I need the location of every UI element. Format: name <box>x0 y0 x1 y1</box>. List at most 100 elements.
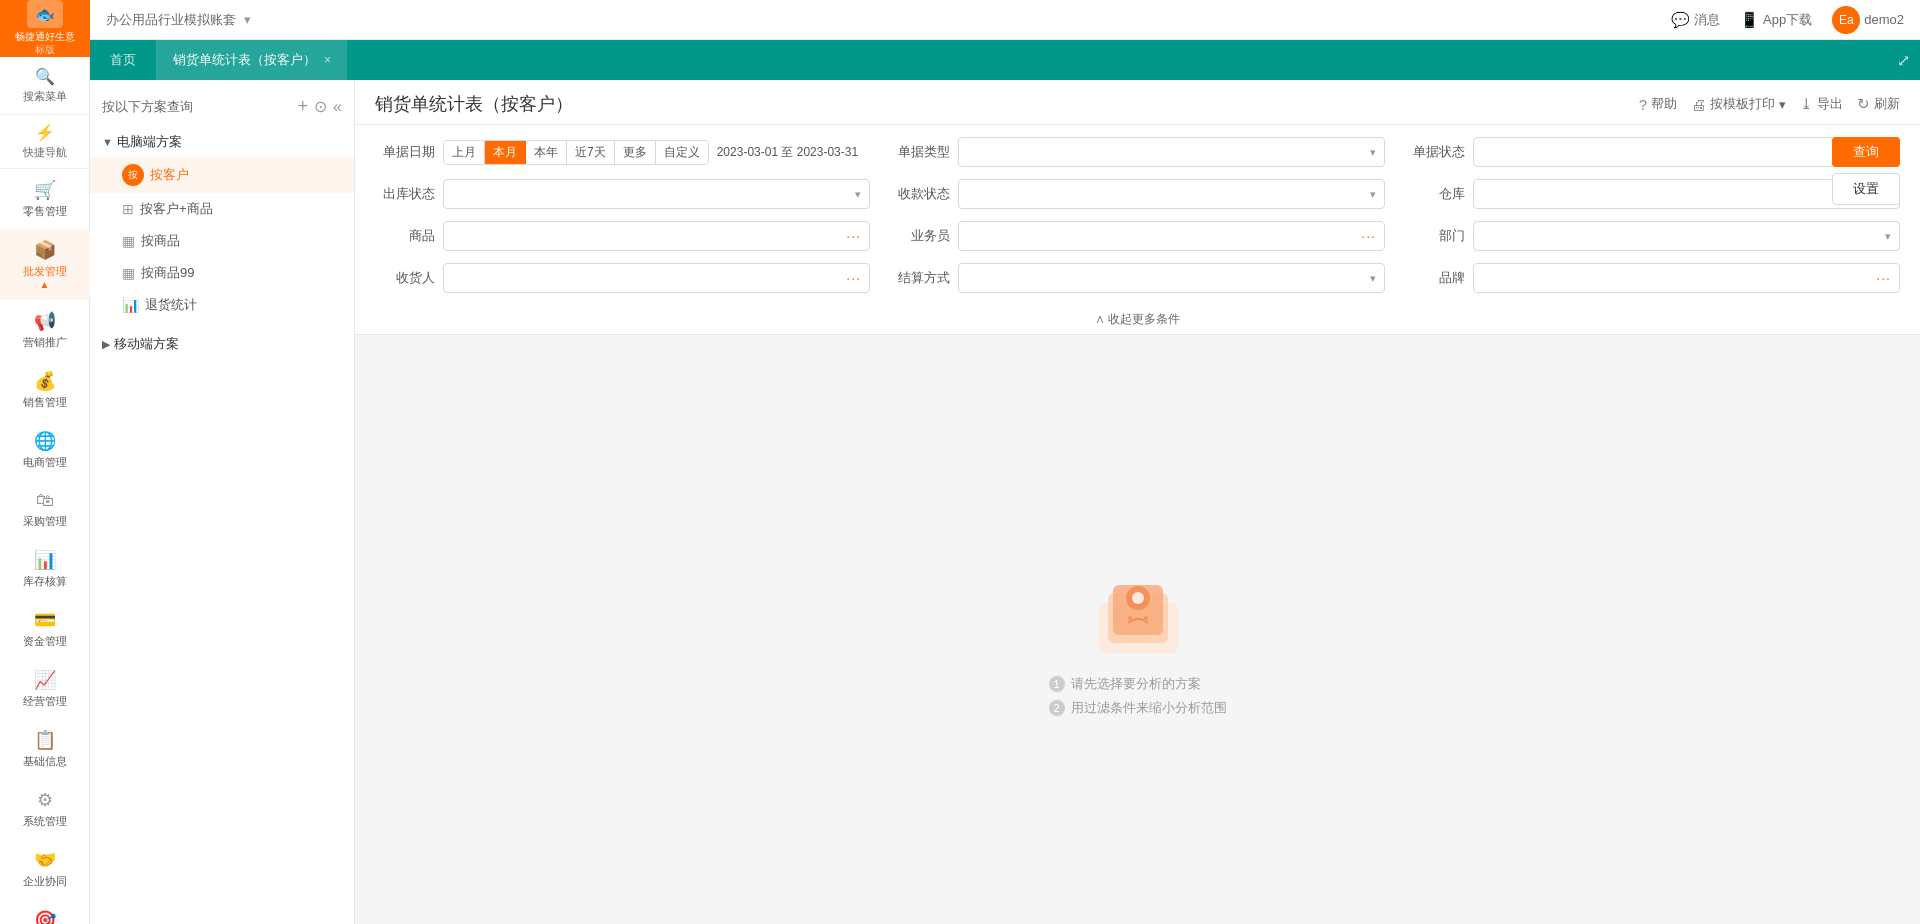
receiver-control[interactable]: ··· <box>443 263 870 293</box>
query-btn[interactable]: 查询 <box>1832 137 1900 167</box>
sidebar-item-enterprise[interactable]: 🤝 企业协同 <box>0 839 90 899</box>
message-btn[interactable]: 💬 消息 <box>1671 11 1720 29</box>
date-tab-this-year[interactable]: 本年 <box>526 141 567 164</box>
sidebar-item-inventory[interactable]: 📊 库存核算 <box>0 539 90 599</box>
collapse-label: ∧ 收起更多条件 <box>1095 311 1180 328</box>
table2-icon: ▦ <box>122 265 135 281</box>
basic-icon: 📋 <box>34 729 56 751</box>
right-panel: 销货单统计表（按客户） ? 帮助 🖨 按模板打印 ▾ ⤓ 导出 <box>355 80 1920 924</box>
sidebar-item-operation[interactable]: 📈 经营管理 <box>0 659 90 719</box>
header-dropdown-btn[interactable]: ▾ <box>244 12 251 27</box>
department-control[interactable]: ▾ <box>1473 221 1900 251</box>
finance-icon: 💳 <box>34 609 56 631</box>
refresh-label: 刷新 <box>1874 95 1900 113</box>
tab-home[interactable]: 首页 <box>90 40 157 80</box>
sidebar-item-retail[interactable]: 🛒 零售管理 <box>0 169 90 229</box>
sidebar-item-guide[interactable]: 🎯 新手引导 <box>0 899 90 924</box>
export-label: 导出 <box>1817 95 1843 113</box>
tip-2-label: 用过滤条件来缩小分析范围 <box>1071 699 1227 717</box>
user-profile[interactable]: Ea demo2 <box>1832 6 1904 34</box>
template-print-btn[interactable]: 🖨 按模板打印 ▾ <box>1691 95 1786 113</box>
print-icon: 🖨 <box>1691 96 1706 113</box>
enterprise-icon: 🤝 <box>34 849 56 871</box>
return-stats-label: 退货统计 <box>145 296 197 314</box>
tab-close-btn[interactable]: × <box>324 53 331 67</box>
header-left: 办公用品行业模拟账套 ▾ <box>106 11 251 29</box>
tree-child-by-customer-goods[interactable]: ⊞ 按客户+商品 <box>90 193 354 225</box>
date-tab-this-month[interactable]: 本月 <box>485 141 526 164</box>
search-menu-btn[interactable]: 🔍 搜索菜单 <box>0 57 90 115</box>
sidebar-item-wholesale[interactable]: 📦 批发管理 ▲ <box>0 229 90 300</box>
panel-collapse-btn[interactable]: « <box>333 98 342 116</box>
bill-type-label: 单据类型 <box>890 143 950 161</box>
tree-child-by-goods99[interactable]: ▦ 按商品99 <box>90 257 354 289</box>
export-btn[interactable]: ⤓ 导出 <box>1800 95 1843 113</box>
tree-parent-pc[interactable]: ▼ 电脑端方案 <box>90 127 354 157</box>
panel-add-btn[interactable]: + <box>298 96 309 117</box>
tree-child-by-customer[interactable]: 按 按客户 <box>90 157 354 193</box>
sidebar-item-ecommerce[interactable]: 🌐 电商管理 <box>0 420 90 480</box>
settings-btn[interactable]: 设置 <box>1832 173 1900 205</box>
tab-bar: 首页 销货单统计表（按客户） × ⤢ <box>90 40 1920 80</box>
operation-icon: 📈 <box>34 669 56 691</box>
tree-parent-mobile[interactable]: ▶ 移动端方案 <box>90 329 354 359</box>
filter-out-status: 出库状态 ▾ <box>375 179 870 209</box>
date-tab-custom[interactable]: 自定义 <box>656 141 708 164</box>
system-icon: ⚙ <box>37 789 53 811</box>
header-title: 办公用品行业模拟账套 <box>106 11 236 29</box>
export-icon: ⤓ <box>1800 95 1813 113</box>
goods-label: 商品 <box>375 227 435 245</box>
out-status-control[interactable]: ▾ <box>443 179 870 209</box>
app-download-btn[interactable]: 📱 App下载 <box>1740 11 1812 29</box>
by-customer-goods-label: 按客户+商品 <box>140 200 213 218</box>
panel-settings-btn[interactable]: ⊙ <box>314 97 327 116</box>
sales-icon: 💰 <box>34 370 56 392</box>
refresh-btn[interactable]: ↻ 刷新 <box>1857 95 1900 113</box>
header-right: 💬 消息 📱 App下载 Ea demo2 <box>1671 6 1904 34</box>
collect-status-control[interactable]: ▾ <box>958 179 1385 209</box>
date-tab-7days[interactable]: 近7天 <box>567 141 615 164</box>
salesperson-control[interactable]: ··· <box>958 221 1385 251</box>
tip-num-1: 1 <box>1049 676 1065 692</box>
sidebar-item-sales[interactable]: 💰 销售管理 <box>0 360 90 420</box>
filter-goods: 商品 ··· <box>375 221 870 251</box>
help-btn[interactable]: ? 帮助 <box>1639 95 1677 113</box>
quick-nav-btn[interactable]: ⚡ 快捷导航 <box>0 115 90 169</box>
filter-section: 单据日期 上月 本月 本年 近7天 更多 自定义 2023-03-01 至 20… <box>355 125 1920 305</box>
sidebar-item-purchase[interactable]: 🛍 采购管理 <box>0 480 90 539</box>
by-goods99-label: 按商品99 <box>141 264 194 282</box>
bill-status-label: 单据状态 <box>1405 143 1465 161</box>
sidebar-item-finance[interactable]: 💳 资金管理 <box>0 599 90 659</box>
tree-child-by-goods[interactable]: ▦ 按商品 <box>90 225 354 257</box>
date-row: 上月 本月 本年 近7天 更多 自定义 2023-03-01 至 2023-03… <box>443 140 870 165</box>
date-label: 单据日期 <box>375 143 435 161</box>
tree-child-return-stats[interactable]: 📊 退货统计 <box>90 289 354 321</box>
logo-icon: 🐟 <box>27 0 63 28</box>
tree-arrow-pc: ▼ <box>102 136 113 148</box>
sidebar-item-marketing[interactable]: 📢 营销推广 <box>0 300 90 360</box>
receiver-label: 收货人 <box>375 269 435 287</box>
user-name: demo2 <box>1864 12 1904 27</box>
help-label: 帮助 <box>1651 95 1677 113</box>
department-label: 部门 <box>1405 227 1465 245</box>
settlement-control[interactable]: ▾ <box>958 263 1385 293</box>
tab-active[interactable]: 销货单统计表（按客户） × <box>157 40 347 80</box>
sidebar-item-system[interactable]: ⚙ 系统管理 <box>0 779 90 839</box>
left-panel: 按以下方案查询 + ⊙ « ▼ 电脑端方案 按 按客户 ⊞ <box>90 80 355 924</box>
date-tab-last-month[interactable]: 上月 <box>444 141 485 164</box>
brand-dots: ··· <box>1876 270 1891 286</box>
by-customer-label: 按客户 <box>150 166 189 184</box>
print-dropdown-arrow[interactable]: ▾ <box>1779 97 1786 112</box>
tab-active-label: 销货单统计表（按客户） <box>173 51 316 69</box>
avatar-text: Ea <box>1839 13 1854 27</box>
brand-control[interactable]: ··· <box>1473 263 1900 293</box>
chart-icon: 📊 <box>122 297 139 313</box>
collapse-conditions-btn[interactable]: ∧ 收起更多条件 <box>355 305 1920 335</box>
tab-maximize-btn[interactable]: ⤢ <box>1897 51 1910 70</box>
panel-header: 按以下方案查询 + ⊙ « <box>90 90 354 123</box>
goods-control[interactable]: ··· <box>443 221 870 251</box>
bill-type-control[interactable]: ▾ <box>958 137 1385 167</box>
filter-date: 单据日期 上月 本月 本年 近7天 更多 自定义 2023-03-01 至 20… <box>375 137 870 167</box>
date-tab-more[interactable]: 更多 <box>615 141 656 164</box>
sidebar-item-basic[interactable]: 📋 基础信息 <box>0 719 90 779</box>
